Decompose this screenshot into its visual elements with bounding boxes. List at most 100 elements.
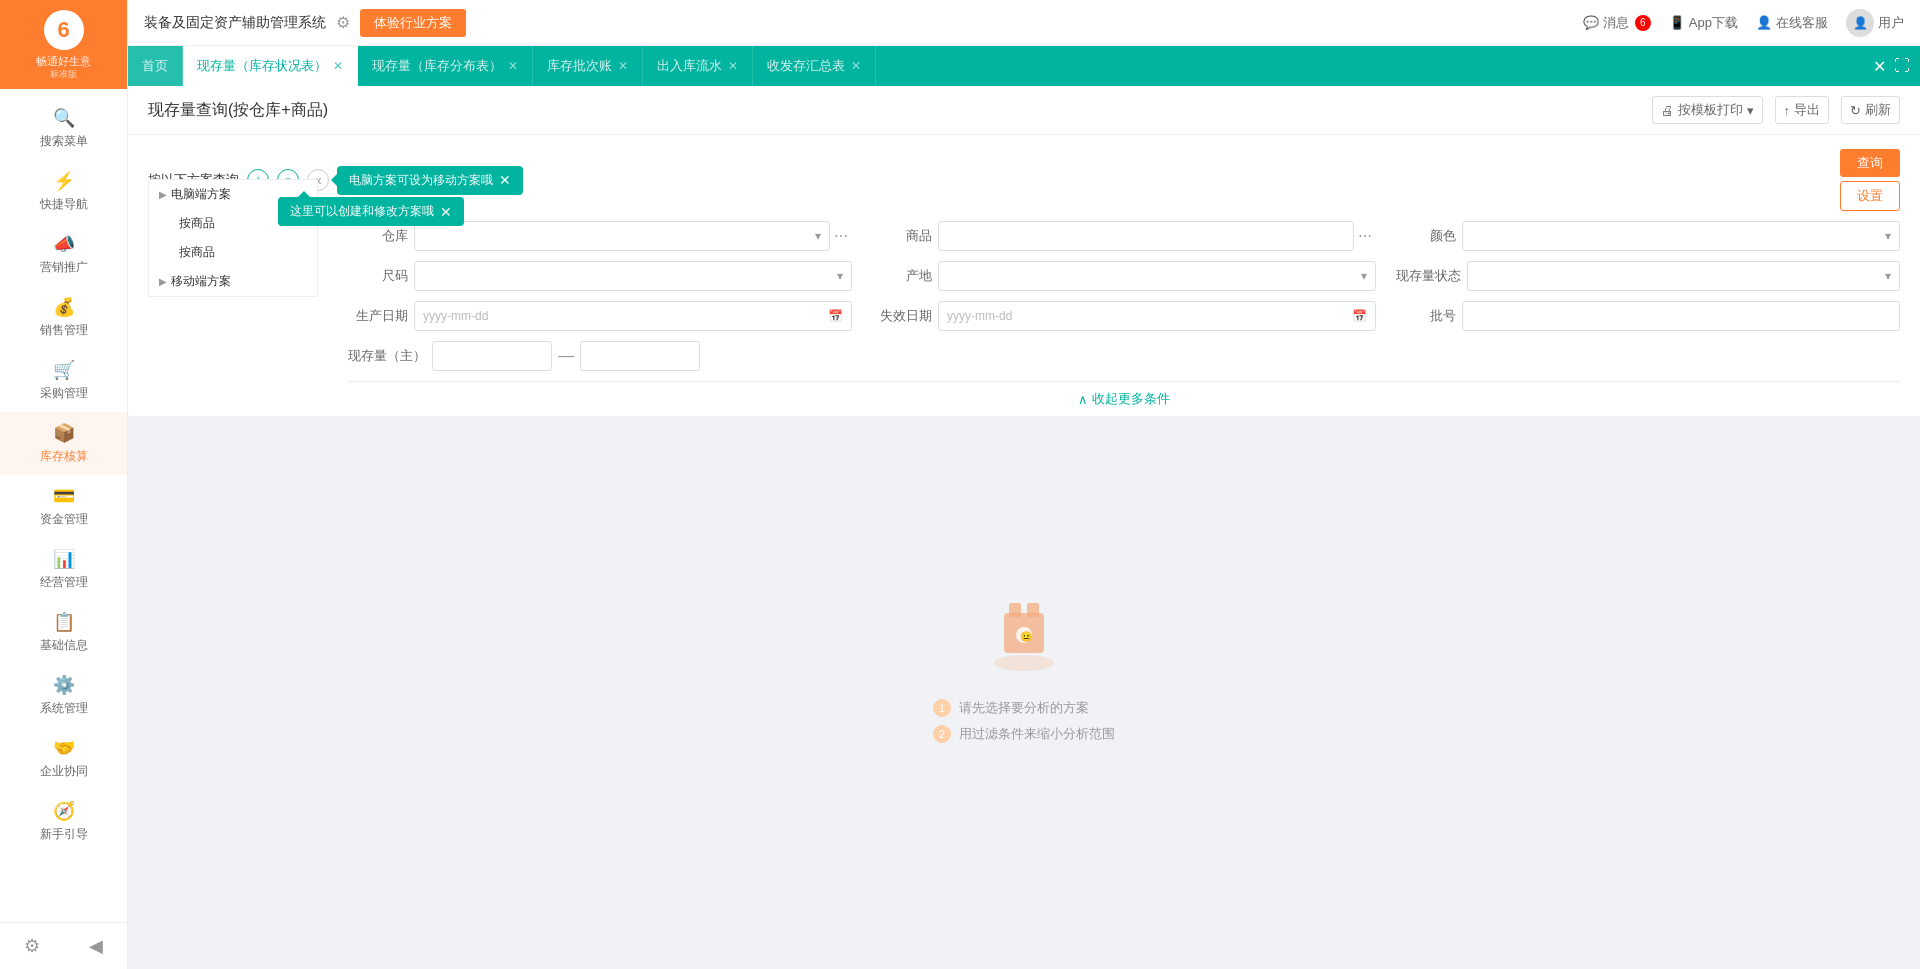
inv-status-select[interactable]: ▾ (1467, 261, 1900, 291)
print-icon: 🖨 (1661, 103, 1674, 118)
tab-inventory-dist[interactable]: 现存量（库存分布表） ✕ (358, 46, 533, 86)
tooltip-plan-edit: 这里可以创建和修改方案哦 ✕ (278, 197, 464, 226)
warehouse-label: 仓库 (348, 227, 408, 245)
product-input[interactable] (938, 221, 1354, 251)
search-set-btns: 查询 设置 (1840, 149, 1900, 211)
warehouse-dots[interactable]: ⋯ (830, 228, 852, 244)
sidebar-item-inventory[interactable]: 📦 库存核算 (0, 412, 127, 475)
color-label: 颜色 (1396, 227, 1456, 245)
tab-close-inventory-status[interactable]: ✕ (333, 59, 343, 73)
sidebar-item-guide[interactable]: 🧭 新手引导 (0, 790, 127, 853)
sidebar-item-quick[interactable]: ⚡ 快捷导航 (0, 160, 127, 223)
sidebar-item-search[interactable]: 🔍 搜索菜单 (0, 97, 127, 160)
header-left: 装备及固定资产辅助管理系统 ⚙ 体验行业方案 (144, 9, 466, 37)
sidebar-item-system[interactable]: ⚙️ 系统管理 (0, 664, 127, 727)
origin-select[interactable]: ▾ (938, 261, 1376, 291)
industry-btn[interactable]: 体验行业方案 (360, 9, 466, 37)
app-download-action[interactable]: 📱 App下载 (1669, 14, 1738, 32)
tab-close-batch[interactable]: ✕ (618, 59, 628, 73)
tab-close-all-icon[interactable]: ✕ (1873, 57, 1886, 76)
message-action[interactable]: 💬 消息 6 (1583, 14, 1651, 32)
tab-inout-label: 出入库流水 (657, 57, 722, 75)
inv-qty-to[interactable] (580, 341, 700, 371)
expiry-date-label: 失效日期 (872, 307, 932, 325)
support-icon: 👤 (1756, 15, 1772, 30)
color-select-arrow: ▾ (1885, 229, 1891, 243)
sidebar-item-enterprise[interactable]: 🤝 企业协同 (0, 727, 127, 790)
message-icon: 💬 (1583, 15, 1599, 30)
tab-fullscreen-icon[interactable]: ⛶ (1894, 57, 1910, 75)
tab-collect[interactable]: 收发存汇总表 ✕ (753, 46, 876, 86)
guide-icon: 🧭 (53, 800, 75, 822)
settings-icon[interactable]: ⚙ (336, 13, 350, 32)
expand-icon: ▶ (159, 189, 167, 200)
settings-bottom-icon[interactable]: ⚙ (24, 935, 40, 957)
sidebar-item-operation[interactable]: 📊 经营管理 (0, 538, 127, 601)
filter-origin: 产地 ▾ (872, 261, 1376, 291)
tab-close-inout[interactable]: ✕ (728, 59, 738, 73)
svg-point-0 (994, 655, 1054, 671)
inv-qty-label: 现存量（主） (348, 347, 426, 365)
tooltip2-close[interactable]: ✕ (440, 204, 452, 220)
purchase-icon: 🛒 (53, 359, 75, 381)
size-select[interactable]: ▾ (414, 261, 852, 291)
inv-qty-from[interactable] (432, 341, 552, 371)
quick-icon: ⚡ (53, 170, 75, 192)
refresh-btn[interactable]: ↻ 刷新 (1841, 96, 1900, 124)
tab-close-collect[interactable]: ✕ (851, 59, 861, 73)
filter-area: 仓库 ▾ ⋯ 商品 ⋯ 颜色 (148, 221, 1900, 416)
tab-home[interactable]: 首页 (128, 46, 183, 86)
plan-item-1[interactable]: 按商品 (169, 238, 317, 267)
filter-row-1: 仓库 ▾ ⋯ 商品 ⋯ 颜色 (348, 221, 1900, 251)
tab-inventory-status-label: 现存量（库存状况表） (197, 57, 327, 75)
online-support-action[interactable]: 👤 在线客服 (1756, 14, 1828, 32)
prod-date-label: 生产日期 (348, 307, 408, 325)
filter-batch: 批号 (1396, 301, 1900, 331)
empty-hint-1: 1 请先选择要分析的方案 (933, 699, 1115, 717)
empty-illustration: 😐 (974, 583, 1074, 683)
empty-state: 😐 1 请先选择要分析的方案 2 用过滤条件来缩小分析范围 (128, 416, 1920, 969)
filter-row-2: 尺码 ▾ 产地 ▾ 现存量状态 (348, 261, 1900, 291)
filter-row-3: 生产日期 yyyy-mm-dd 📅 失效日期 yyyy-mm-dd 📅 (348, 301, 1900, 331)
logo-text: 畅通好生意 (36, 54, 91, 68)
collapse-bar[interactable]: ∧ 收起更多条件 (348, 381, 1900, 416)
expiry-date-input[interactable]: yyyy-mm-dd 📅 (938, 301, 1376, 331)
warehouse-select[interactable]: ▾ (414, 221, 830, 251)
set-btn[interactable]: 设置 (1840, 181, 1900, 211)
collapse-sidebar-icon[interactable]: ◀ (89, 935, 103, 957)
search-btn[interactable]: 查询 (1840, 149, 1900, 177)
batch-input[interactable] (1462, 301, 1900, 331)
tab-inventory-status[interactable]: 现存量（库存状况表） ✕ (183, 46, 358, 86)
sidebar-item-sales[interactable]: 💰 销售管理 (0, 286, 127, 349)
product-dots[interactable]: ⋯ (1354, 228, 1376, 244)
prod-date-input[interactable]: yyyy-mm-dd 📅 (414, 301, 852, 331)
tab-close-inventory-dist[interactable]: ✕ (508, 59, 518, 73)
empty-hint-2: 2 用过滤条件来缩小分析范围 (933, 725, 1115, 743)
tooltip1-close[interactable]: ✕ (499, 172, 511, 188)
print-btn[interactable]: 🖨 按模板打印 ▾ (1652, 96, 1763, 124)
tab-batch[interactable]: 库存批次账 ✕ (533, 46, 643, 86)
sidebar-item-purchase[interactable]: 🛒 采购管理 (0, 349, 127, 412)
user-action[interactable]: 👤 用户 (1846, 9, 1904, 37)
operation-icon: 📊 (53, 548, 75, 570)
basic-icon: 📋 (53, 611, 75, 633)
phone-icon: 📱 (1669, 15, 1685, 30)
plan-mobile-group[interactable]: ▶ 移动端方案 (149, 267, 317, 296)
sidebar: 6 畅通好生意 标准版 🔍 搜索菜单 ⚡ 快捷导航 📣 营销推广 💰 销售管理 … (0, 0, 128, 969)
filter-inv-status: 现存量状态 ▾ (1396, 261, 1900, 291)
svg-text:😐: 😐 (1020, 630, 1033, 643)
export-btn[interactable]: ↑ 导出 (1775, 96, 1830, 124)
sidebar-item-finance[interactable]: 💳 资金管理 (0, 475, 127, 538)
filter-color: 颜色 ▾ (1396, 221, 1900, 251)
page-actions: 🖨 按模板打印 ▾ ↑ 导出 ↻ 刷新 (1652, 96, 1901, 124)
query-section: 按以下方案查询 + ○ « 电脑方案可设为移动方案哦 ✕ 查询 设置 这里可以创… (128, 135, 1920, 416)
content-area: 现存量查询(按仓库+商品) 🖨 按模板打印 ▾ ↑ 导出 ↻ 刷新 (128, 86, 1920, 969)
sidebar-item-basic[interactable]: 📋 基础信息 (0, 601, 127, 664)
sidebar-nav: 🔍 搜索菜单 ⚡ 快捷导航 📣 营销推广 💰 销售管理 🛒 采购管理 📦 库存核… (0, 89, 127, 922)
avatar: 👤 (1846, 9, 1874, 37)
tab-inout[interactable]: 出入库流水 ✕ (643, 46, 753, 86)
color-select[interactable]: ▾ (1462, 221, 1900, 251)
tab-bar: 首页 现存量（库存状况表） ✕ 现存量（库存分布表） ✕ 库存批次账 ✕ 出入库… (128, 46, 1920, 86)
sidebar-item-marketing[interactable]: 📣 营销推广 (0, 223, 127, 286)
filter-inv-qty: 现存量（主） — (348, 341, 1900, 371)
